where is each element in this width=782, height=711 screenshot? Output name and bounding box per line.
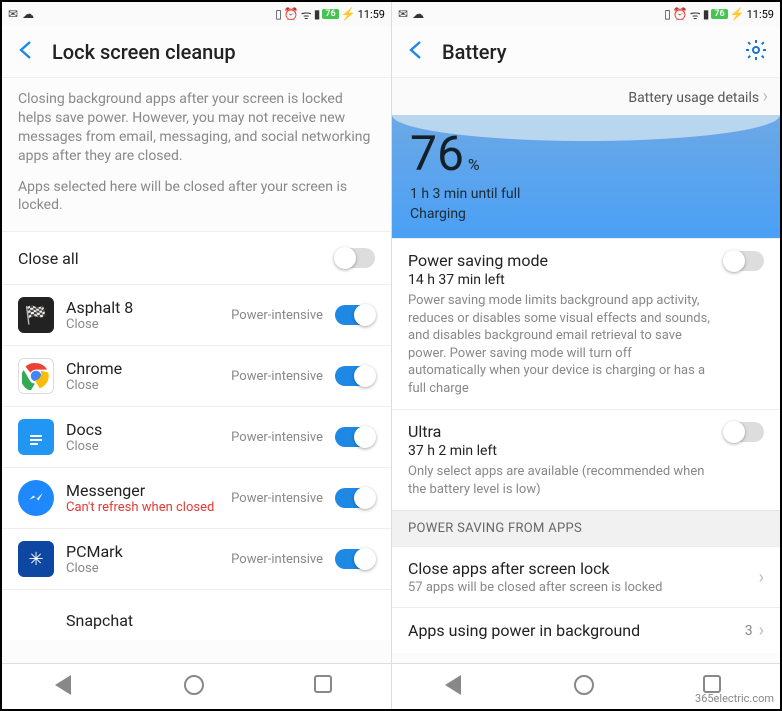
alarm-icon: ⏰ bbox=[673, 7, 688, 21]
bg-apps-row[interactable]: Apps using power in background 3 › bbox=[392, 607, 780, 653]
nav-back-icon[interactable] bbox=[55, 675, 79, 699]
cloud-icon: ☁ bbox=[22, 7, 34, 21]
power-label: Power-intensive bbox=[231, 308, 323, 324]
app-toggle[interactable] bbox=[335, 488, 375, 508]
close-apps-title: Close apps after screen lock bbox=[408, 559, 759, 578]
page-title: Lock screen cleanup bbox=[52, 40, 236, 64]
screen-lock-cleanup: ✉ ☁ ▯ ⏰ ᯤ ▮ 76 ⚡ 11:59 Lock screen clean… bbox=[2, 2, 391, 709]
close-all-toggle[interactable] bbox=[335, 248, 375, 268]
nav-home-icon[interactable] bbox=[184, 675, 208, 699]
chrome-icon bbox=[18, 358, 54, 394]
app-sub: Close bbox=[66, 317, 133, 332]
app-sub: Close bbox=[66, 439, 102, 454]
time-until-full: 1 h 3 min until full bbox=[410, 186, 762, 202]
app-sub: Close bbox=[66, 378, 122, 393]
watermark: 365electric.com bbox=[695, 692, 774, 705]
app-row-pcmark[interactable]: ✳ PCMark Close Power-intensive bbox=[2, 528, 391, 589]
app-name: Chrome bbox=[66, 359, 122, 378]
app-toggle[interactable] bbox=[335, 305, 375, 325]
close-all-label: Close all bbox=[18, 249, 79, 268]
clock: 11:59 bbox=[358, 8, 385, 21]
charging-status: Charging bbox=[410, 206, 762, 222]
nav-bar bbox=[2, 663, 391, 709]
messenger-icon bbox=[18, 480, 54, 516]
close-all-row[interactable]: Close all bbox=[2, 231, 391, 284]
bg-apps-title: Apps using power in background bbox=[408, 621, 745, 640]
charging-icon: ⚡ bbox=[730, 7, 745, 21]
bg-apps-count: 3 bbox=[745, 623, 753, 639]
wifi-icon: ᯤ bbox=[690, 6, 701, 23]
ultra-mode-row[interactable]: Ultra 37 h 2 min left Only select apps a… bbox=[392, 409, 780, 510]
wifi-icon: ᯤ bbox=[301, 6, 312, 23]
psm-time: 14 h 37 min left bbox=[408, 272, 712, 288]
app-name: PCMark bbox=[66, 542, 123, 561]
chevron-right-icon: › bbox=[763, 86, 768, 107]
power-label: Power-intensive bbox=[231, 552, 323, 568]
power-label: Power-intensive bbox=[231, 430, 323, 446]
mail-icon: ✉ bbox=[398, 7, 408, 21]
description-2: Apps selected here will be closed after … bbox=[2, 166, 391, 232]
app-toggle[interactable] bbox=[335, 427, 375, 447]
status-bar: ✉ ☁ ▯ ⏰ ᯤ ▮ 76 ⚡ 11:59 bbox=[2, 2, 391, 26]
app-sub: Close bbox=[66, 561, 123, 576]
app-row-asphalt[interactable]: 🏁 Asphalt 8 Close Power-intensive bbox=[2, 284, 391, 345]
alarm-icon: ⏰ bbox=[284, 7, 299, 21]
pcmark-icon: ✳ bbox=[18, 541, 54, 577]
page-title: Battery bbox=[442, 40, 506, 64]
psm-title: Power saving mode bbox=[408, 251, 712, 270]
chevron-right-icon: › bbox=[759, 620, 764, 641]
chevron-right-icon: › bbox=[759, 567, 764, 588]
battery-indicator: 76 bbox=[322, 9, 338, 19]
battery-hero: 76 % 1 h 3 min until full Charging bbox=[392, 115, 780, 238]
back-icon[interactable] bbox=[14, 38, 38, 66]
close-apps-sub: 57 apps will be closed after screen is l… bbox=[408, 580, 759, 595]
section-header: POWER SAVING FROM APPS bbox=[392, 510, 780, 546]
screen-battery: ✉ ☁ ▯ ⏰ ᯤ ▮ 76 ⚡ 11:59 Battery Batt bbox=[391, 2, 780, 709]
power-saving-mode-row[interactable]: Power saving mode 14 h 37 min left Power… bbox=[392, 238, 780, 409]
psm-toggle[interactable] bbox=[724, 251, 764, 271]
description-1: Closing background apps after your scree… bbox=[2, 78, 391, 166]
ultra-toggle[interactable] bbox=[724, 422, 764, 442]
psm-desc: Power saving mode limits background app … bbox=[408, 292, 712, 397]
battery-usage-link[interactable]: Battery usage details › bbox=[392, 78, 780, 115]
app-row-chrome[interactable]: Chrome Close Power-intensive bbox=[2, 345, 391, 406]
close-apps-row[interactable]: Close apps after screen lock 57 apps wil… bbox=[392, 546, 780, 607]
docs-icon bbox=[18, 419, 54, 455]
signal-icon: ▮ bbox=[703, 7, 710, 21]
nav-recent-icon[interactable] bbox=[314, 675, 338, 699]
vibrate-icon: ▯ bbox=[664, 7, 671, 21]
app-name: Docs bbox=[66, 420, 102, 439]
app-toggle[interactable] bbox=[335, 366, 375, 386]
power-label: Power-intensive bbox=[231, 369, 323, 385]
app-name: Messenger bbox=[66, 481, 214, 500]
header: Lock screen cleanup bbox=[2, 26, 391, 78]
battery-percent: 76 bbox=[410, 125, 464, 182]
app-name: Snapchat bbox=[66, 611, 133, 630]
percent-sign: % bbox=[468, 155, 480, 174]
ultra-title: Ultra bbox=[408, 422, 712, 441]
asphalt-icon: 🏁 bbox=[18, 297, 54, 333]
app-sub: Can't refresh when closed bbox=[66, 500, 214, 515]
battery-indicator: 76 bbox=[711, 9, 727, 19]
vibrate-icon: ▯ bbox=[275, 7, 282, 21]
cloud-icon: ☁ bbox=[412, 7, 424, 21]
charging-icon: ⚡ bbox=[341, 7, 356, 21]
mail-icon: ✉ bbox=[8, 7, 18, 21]
ultra-time: 37 h 2 min left bbox=[408, 443, 712, 459]
header: Battery bbox=[392, 26, 780, 78]
status-bar: ✉ ☁ ▯ ⏰ ᯤ ▮ 76 ⚡ 11:59 bbox=[392, 2, 780, 26]
app-toggle[interactable] bbox=[335, 549, 375, 569]
nav-home-icon[interactable] bbox=[574, 675, 598, 699]
app-name: Asphalt 8 bbox=[66, 298, 133, 317]
clock: 11:59 bbox=[747, 8, 774, 21]
app-row-docs[interactable]: Docs Close Power-intensive bbox=[2, 406, 391, 467]
nav-back-icon[interactable] bbox=[445, 675, 469, 699]
back-icon[interactable] bbox=[404, 38, 428, 66]
app-row-messenger[interactable]: Messenger Can't refresh when closed Powe… bbox=[2, 467, 391, 528]
ultra-desc: Only select apps are available (recommen… bbox=[408, 463, 712, 498]
signal-icon: ▮ bbox=[314, 7, 321, 21]
app-row-snapchat[interactable]: Snapchat bbox=[2, 589, 391, 640]
power-label: Power-intensive bbox=[231, 491, 323, 507]
gear-icon[interactable] bbox=[744, 38, 768, 66]
